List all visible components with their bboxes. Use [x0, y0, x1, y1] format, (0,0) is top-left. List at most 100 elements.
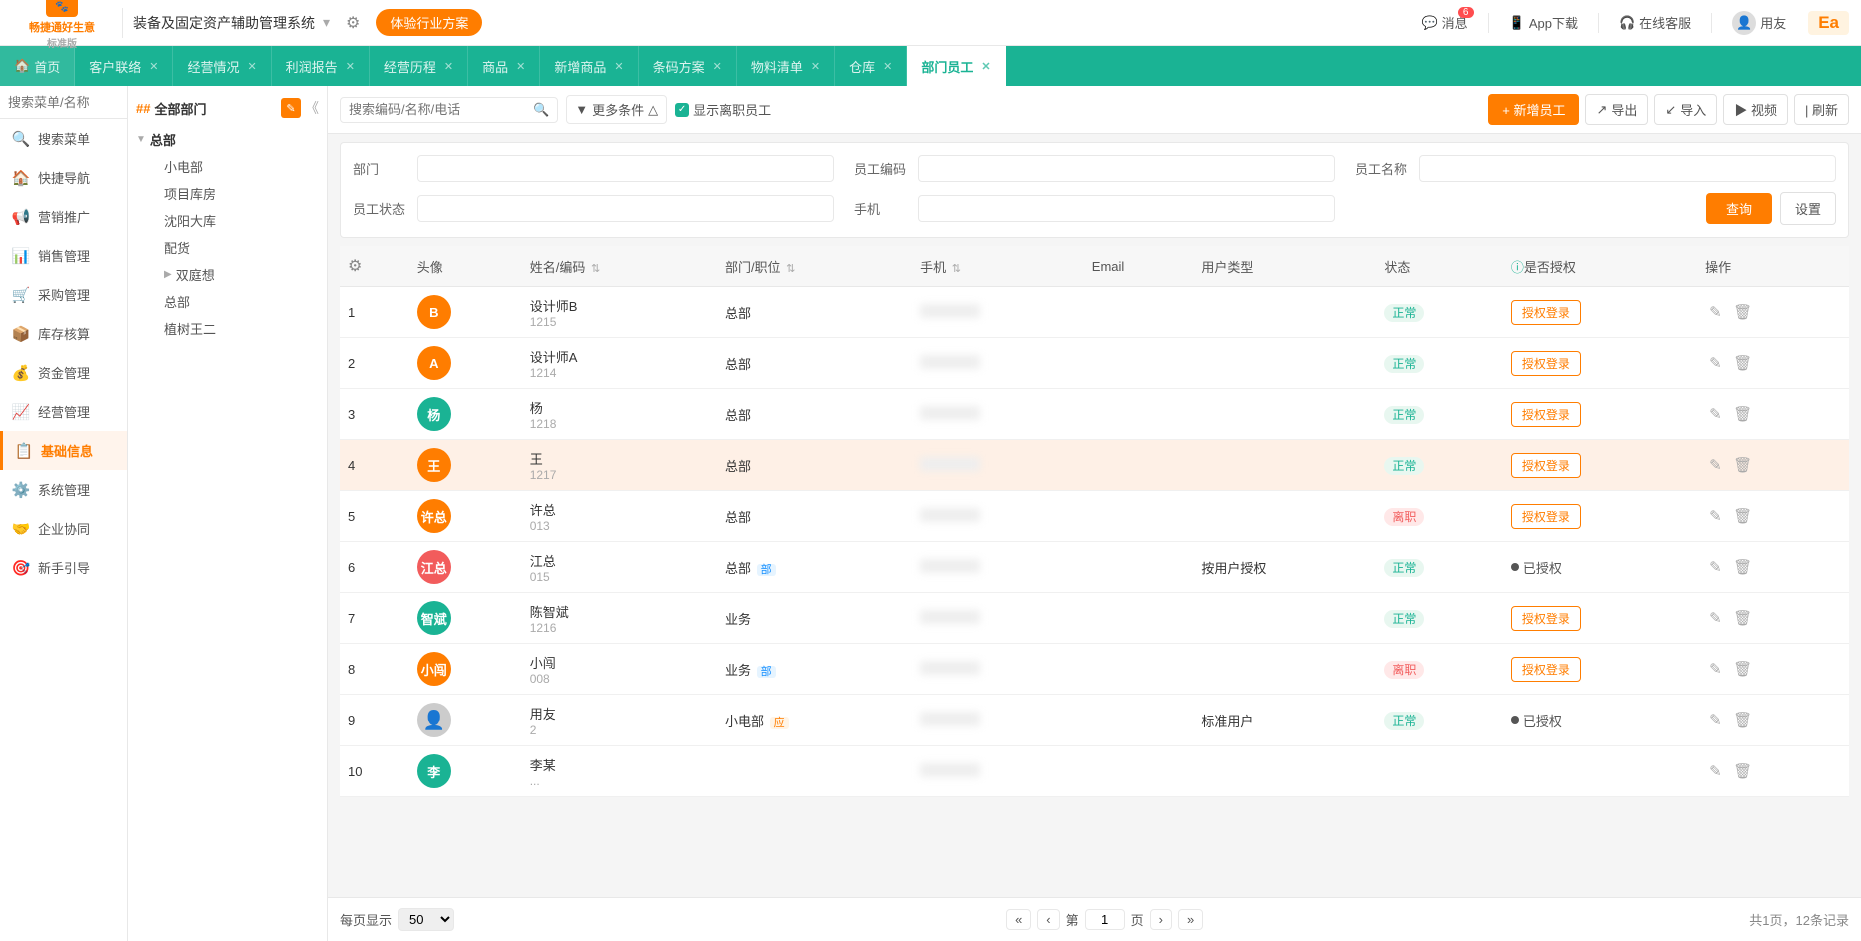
- dept-all-label[interactable]: ## 全部部门: [136, 99, 277, 118]
- tab-department-close[interactable]: ✕: [981, 60, 990, 73]
- dept-node-zhishu[interactable]: 植树王二: [152, 315, 319, 342]
- edit-btn[interactable]: ✎: [1705, 352, 1726, 374]
- name-sort-icon[interactable]: ⇅: [591, 263, 600, 275]
- dept-node-shuangting[interactable]: ▶双庭想: [152, 261, 319, 288]
- auth-btn[interactable]: 授权登录: [1511, 453, 1581, 478]
- view-btn[interactable]: ▶ 视频: [1723, 94, 1788, 125]
- sidebar-item-basic[interactable]: 📋 基础信息: [0, 431, 127, 470]
- column-settings-icon[interactable]: ⚙: [348, 258, 362, 275]
- delete-btn[interactable]: 🗑: [1729, 352, 1756, 374]
- sidebar-item-inventory[interactable]: 📦 库存核算: [0, 314, 127, 353]
- tab-history-close[interactable]: ✕: [444, 60, 453, 73]
- trial-btn[interactable]: 体验行业方案: [376, 9, 482, 36]
- tab-add-goods[interactable]: 新增商品 ✕: [540, 46, 638, 86]
- dept-collapse-icon[interactable]: 《: [305, 98, 319, 118]
- edit-btn[interactable]: ✎: [1705, 301, 1726, 323]
- refresh-btn[interactable]: | 刷新: [1794, 94, 1849, 125]
- tab-goods-close[interactable]: ✕: [516, 60, 525, 73]
- delete-btn[interactable]: 🗑: [1729, 607, 1756, 629]
- search-btn[interactable]: 查询: [1706, 193, 1772, 224]
- add-employee-btn[interactable]: + 新增员工: [1488, 94, 1579, 125]
- edit-btn[interactable]: ✎: [1705, 556, 1726, 578]
- tab-home[interactable]: 🏠 首页: [0, 46, 75, 86]
- tab-history[interactable]: 经营历程 ✕: [370, 46, 468, 86]
- auth-btn[interactable]: 授权登录: [1511, 504, 1581, 529]
- sidebar-item-search[interactable]: 🔍 搜索菜单: [0, 119, 127, 158]
- message-btn[interactable]: 💬 消息 6: [1421, 13, 1467, 32]
- sidebar-item-finance[interactable]: 💰 资金管理: [0, 353, 127, 392]
- auth-btn[interactable]: 授权登录: [1511, 606, 1581, 631]
- sidebar-item-sales[interactable]: 📊 销售管理: [0, 236, 127, 275]
- tab-profit[interactable]: 利润报告 ✕: [272, 46, 370, 86]
- last-page-btn[interactable]: »: [1178, 909, 1203, 930]
- sidebar-item-collab[interactable]: 🤝 企业协同: [0, 509, 127, 548]
- delete-btn[interactable]: 🗑: [1729, 505, 1756, 527]
- tab-bom[interactable]: 物料清单 ✕: [737, 46, 835, 86]
- user-btn[interactable]: 👤 用友: [1732, 11, 1786, 35]
- edit-btn[interactable]: ✎: [1705, 658, 1726, 680]
- sidebar-search-input[interactable]: [8, 95, 128, 110]
- auth-btn[interactable]: 授权登录: [1511, 402, 1581, 427]
- delete-btn[interactable]: 🗑: [1729, 454, 1756, 476]
- auth-btn[interactable]: 授权登录: [1511, 657, 1581, 682]
- col-dept[interactable]: 部门/职位 ⇅: [717, 246, 912, 287]
- tab-barcode[interactable]: 条码方案 ✕: [639, 46, 737, 86]
- edit-btn[interactable]: ✎: [1705, 607, 1726, 629]
- dropdown-arrow-icon[interactable]: ▾: [323, 14, 330, 31]
- tab-operation-close[interactable]: ✕: [247, 60, 256, 73]
- dept-node-xiangmu[interactable]: 项目库房: [152, 180, 319, 207]
- prev-page-btn[interactable]: ‹: [1037, 909, 1059, 930]
- edit-btn[interactable]: ✎: [1705, 709, 1726, 731]
- sidebar-item-guide[interactable]: 🎯 新手引导: [0, 548, 127, 587]
- online-service-btn[interactable]: 🎧 在线客服: [1619, 13, 1691, 32]
- sidebar-item-marketing[interactable]: 📢 营销推广: [0, 197, 127, 236]
- dept-node-shenyang[interactable]: 沈阳大库: [152, 207, 319, 234]
- dept-node-zongbu-child[interactable]: 总部: [152, 288, 319, 315]
- col-settings[interactable]: ⚙: [340, 246, 409, 287]
- filter-search-icon[interactable]: 🔍: [533, 102, 549, 118]
- settings-gear-icon[interactable]: ⚙: [346, 13, 360, 33]
- dept-select[interactable]: [417, 155, 834, 182]
- delete-btn[interactable]: 🗑: [1729, 403, 1756, 425]
- search-input[interactable]: [349, 102, 529, 117]
- dept-node-parent-zongbu[interactable]: ▼ 总部: [136, 126, 319, 153]
- dept-node-peihuo[interactable]: 配货: [152, 234, 319, 261]
- tab-warehouse-close[interactable]: ✕: [883, 60, 892, 73]
- delete-btn[interactable]: 🗑: [1729, 556, 1756, 578]
- delete-btn[interactable]: 🗑: [1729, 709, 1756, 731]
- tab-profit-close[interactable]: ✕: [346, 60, 355, 73]
- edit-btn[interactable]: ✎: [1705, 403, 1726, 425]
- first-page-btn[interactable]: «: [1006, 909, 1031, 930]
- tab-bom-close[interactable]: ✕: [811, 60, 820, 73]
- tab-barcode-close[interactable]: ✕: [713, 60, 722, 73]
- emp-status-select[interactable]: [417, 195, 834, 222]
- phone-sort-icon[interactable]: ⇅: [952, 263, 961, 275]
- dept-add-icon[interactable]: ✎: [281, 98, 301, 118]
- edit-btn[interactable]: ✎: [1705, 505, 1726, 527]
- resigned-checkbox[interactable]: ✓: [675, 103, 689, 117]
- dept-sort-icon[interactable]: ⇅: [786, 263, 795, 275]
- page-number-input[interactable]: [1085, 909, 1125, 930]
- tab-customer[interactable]: 客户联络 ✕: [75, 46, 173, 86]
- import-btn[interactable]: ↙ 导入: [1654, 94, 1717, 125]
- col-phone[interactable]: 手机 ⇅: [912, 246, 1084, 287]
- tab-warehouse[interactable]: 仓库 ✕: [835, 46, 907, 86]
- page-size-select[interactable]: 50 20 100: [398, 908, 454, 931]
- next-page-btn[interactable]: ›: [1150, 909, 1172, 930]
- tab-department[interactable]: 部门员工 ✕: [907, 46, 1005, 86]
- app-download-btn[interactable]: 📱 App下载: [1509, 13, 1578, 32]
- export-btn[interactable]: ↗ 导出: [1585, 94, 1648, 125]
- delete-btn[interactable]: 🗑: [1729, 658, 1756, 680]
- emp-code-input[interactable]: [918, 155, 1335, 182]
- set-btn[interactable]: 设置: [1780, 192, 1836, 225]
- show-resigned-toggle[interactable]: ✓ 显示离职员工: [675, 100, 771, 119]
- delete-btn[interactable]: 🗑: [1729, 301, 1756, 323]
- edit-btn[interactable]: ✎: [1705, 454, 1726, 476]
- emp-name-input[interactable]: [1419, 155, 1836, 182]
- delete-btn[interactable]: 🗑: [1729, 760, 1756, 782]
- auth-btn[interactable]: 授权登录: [1511, 351, 1581, 376]
- edit-btn[interactable]: ✎: [1705, 760, 1726, 782]
- col-name[interactable]: 姓名/编码 ⇅: [522, 246, 717, 287]
- tab-goods[interactable]: 商品 ✕: [468, 46, 540, 86]
- sidebar-item-system[interactable]: ⚙️ 系统管理: [0, 470, 127, 509]
